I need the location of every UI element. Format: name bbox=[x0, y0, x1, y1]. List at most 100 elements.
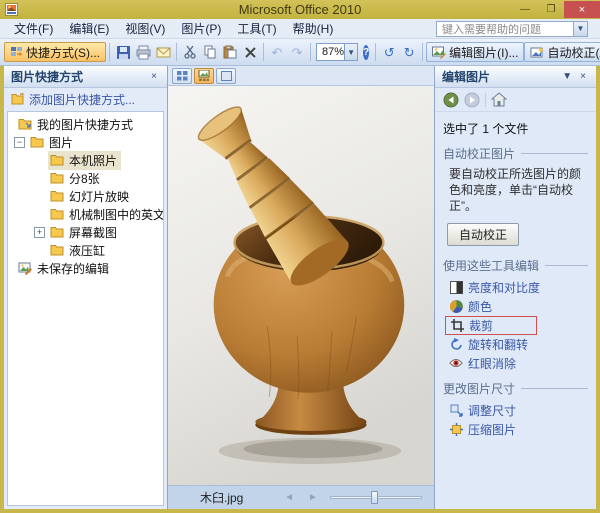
tree-item-screenshots[interactable]: + 屏幕截图 bbox=[8, 223, 163, 241]
redo-button[interactable]: ↷ bbox=[287, 42, 307, 62]
shortcut-folder-icon bbox=[18, 119, 32, 130]
delete-button[interactable] bbox=[240, 42, 260, 62]
menu-help[interactable]: 帮助(H) bbox=[285, 18, 342, 39]
folder-icon bbox=[50, 191, 64, 202]
edit-pictures-button[interactable]: 编辑图片(I)... bbox=[426, 42, 525, 62]
collapse-toggle-icon[interactable]: − bbox=[14, 136, 25, 148]
cut-button[interactable] bbox=[180, 42, 200, 62]
tree-item-mech-drawing[interactable]: 机械制图中的英文翻译 bbox=[8, 205, 163, 223]
pane-menu-icon[interactable]: ▼ bbox=[559, 71, 575, 82]
help-question-input[interactable]: 键入需要帮助的问题 ▼ bbox=[436, 20, 588, 37]
menu-view[interactable]: 视图(V) bbox=[117, 18, 173, 39]
folder-icon bbox=[50, 209, 64, 220]
tree-item-my-shortcuts[interactable]: 我的图片快捷方式 bbox=[8, 115, 163, 133]
add-shortcut-icon bbox=[11, 93, 25, 105]
forward-button-icon[interactable] bbox=[464, 92, 480, 108]
filmstrip-view-icon bbox=[198, 70, 210, 81]
shortcuts-pane-header: 图片快捷方式 × bbox=[4, 66, 167, 88]
tree-item-hydraulic[interactable]: 液压缸 bbox=[8, 241, 163, 259]
main-toolbar: 快捷方式(S)... ↶ ↷ 87% ▼ ? ↺ ↻ 编辑图片(I)... 自动… bbox=[0, 39, 600, 66]
maximize-button[interactable]: ❐ bbox=[538, 1, 564, 18]
copy-button[interactable] bbox=[200, 42, 220, 62]
zoom-combobox[interactable]: 87% ▼ bbox=[316, 43, 359, 61]
selection-status: 选中了 1 个文件 bbox=[443, 122, 529, 136]
slider-thumb[interactable] bbox=[371, 491, 379, 504]
edit-pane-title: 编辑图片 bbox=[442, 70, 491, 84]
toolbar-separator bbox=[176, 43, 177, 61]
rotate-right-icon: ↻ bbox=[403, 44, 415, 60]
autocorrect-description: 要自动校正所选图片的颜色和亮度，单击“自动校正”。 bbox=[449, 167, 582, 214]
rotate-right-button[interactable]: ↻ bbox=[399, 42, 419, 62]
title-bar: Microsoft Office 2010 — ❐ × bbox=[0, 0, 600, 19]
selected-tree-item[interactable]: 本机照片 bbox=[48, 150, 122, 170]
autocorrect-action-button[interactable]: 自动校正 bbox=[447, 222, 520, 246]
undo-button[interactable]: ↶ bbox=[267, 42, 287, 62]
tool-red-eye[interactable]: 红眼消除 bbox=[445, 354, 588, 373]
tool-compress[interactable]: 压缩图片 bbox=[445, 420, 588, 439]
close-button[interactable]: × bbox=[564, 1, 600, 18]
autocorrect-button[interactable]: 自动校正(A) bbox=[524, 42, 600, 62]
tool-brightness-contrast[interactable]: 亮度和对比度 bbox=[445, 278, 588, 297]
previous-picture-button[interactable]: ◄ bbox=[284, 492, 294, 503]
autocorrect-toolbar-label: 自动校正(A) bbox=[547, 45, 600, 60]
close-icon[interactable]: × bbox=[577, 71, 589, 82]
tool-rotate-flip[interactable]: 旋转和翻转 bbox=[445, 335, 588, 354]
close-icon[interactable]: × bbox=[148, 71, 160, 82]
tree-item-slideshow[interactable]: 幻灯片放映 bbox=[8, 187, 163, 205]
menu-file[interactable]: 文件(F) bbox=[6, 18, 61, 39]
photo-preview-area[interactable] bbox=[168, 86, 434, 485]
add-shortcut-label: 添加图片快捷方式... bbox=[29, 92, 136, 107]
add-shortcut-link[interactable]: 添加图片快捷方式... bbox=[4, 88, 167, 110]
view-mode-strip bbox=[168, 66, 434, 86]
expand-toggle-icon[interactable]: + bbox=[34, 226, 45, 238]
menu-tools[interactable]: 工具(T) bbox=[229, 18, 284, 39]
preview-pane: 木臼.jpg ◄ ► bbox=[168, 66, 435, 509]
tree-item-label: 本机照片 bbox=[69, 153, 118, 168]
resize-icon bbox=[449, 403, 463, 417]
edit-pictures-pane: 编辑图片 ▼ × 选中了 1 个文件 自动校正图片 要自动校正所选图片的颜色和亮… bbox=[435, 66, 596, 509]
color-wheel-icon bbox=[449, 299, 463, 313]
send-mail-button[interactable] bbox=[153, 42, 173, 62]
tool-crop[interactable]: 裁剪 bbox=[445, 315, 537, 335]
chevron-down-icon[interactable]: ▼ bbox=[344, 44, 358, 60]
unsaved-edits-icon bbox=[18, 262, 32, 275]
single-view-button[interactable] bbox=[216, 67, 236, 84]
shortcuts-label: 快捷方式(S)... bbox=[26, 45, 100, 60]
next-picture-button[interactable]: ► bbox=[308, 492, 318, 503]
toolbar-separator bbox=[109, 43, 110, 61]
filmstrip-view-button[interactable] bbox=[194, 67, 214, 84]
home-icon[interactable] bbox=[491, 92, 507, 107]
shortcuts-button[interactable]: 快捷方式(S)... bbox=[4, 42, 106, 62]
tree-item-unsaved-edits[interactable]: 未保存的编辑 bbox=[8, 259, 163, 277]
tool-resize[interactable]: 调整尺寸 bbox=[445, 401, 588, 420]
menu-edit[interactable]: 编辑(E) bbox=[61, 18, 117, 39]
rotate-left-icon: ↺ bbox=[383, 44, 395, 60]
minimize-button[interactable]: — bbox=[512, 1, 538, 18]
tree-item-split8[interactable]: 分8张 bbox=[8, 169, 163, 187]
filmstrip-slider[interactable] bbox=[330, 491, 422, 505]
folder-icon bbox=[50, 173, 64, 184]
folder-icon bbox=[50, 227, 64, 238]
tree-item-local-photos[interactable]: 本机照片 bbox=[8, 150, 163, 170]
paste-button[interactable] bbox=[220, 42, 240, 62]
menu-bar: 文件(F) 编辑(E) 视图(V) 图片(P) 工具(T) 帮助(H) 键入需要… bbox=[0, 19, 600, 39]
tool-color[interactable]: 颜色 bbox=[445, 297, 588, 316]
toolbar-separator bbox=[310, 43, 311, 61]
save-button[interactable] bbox=[113, 42, 133, 62]
help-button[interactable]: ? bbox=[363, 44, 370, 60]
thumbnail-view-button[interactable] bbox=[172, 67, 192, 84]
print-button[interactable] bbox=[133, 42, 153, 62]
chevron-down-icon[interactable]: ▼ bbox=[573, 21, 587, 36]
save-icon bbox=[116, 45, 130, 59]
shortcuts-tree: 我的图片快捷方式 − 图片 本机照片 分8张 幻灯片放映 机械制图中的英文 + … bbox=[7, 111, 164, 506]
tree-item-pictures[interactable]: − 图片 bbox=[8, 133, 163, 151]
back-button-icon[interactable] bbox=[443, 92, 459, 108]
mortar-pestle-photo bbox=[168, 86, 434, 485]
edit-pane-content: 选中了 1 个文件 自动校正图片 要自动校正所选图片的颜色和亮度，单击“自动校正… bbox=[435, 112, 596, 509]
thumbnail-view-icon bbox=[176, 70, 187, 80]
menu-picture[interactable]: 图片(P) bbox=[173, 18, 229, 39]
tree-item-label: 我的图片快捷方式 bbox=[37, 117, 134, 132]
edit-picture-icon bbox=[432, 46, 447, 59]
rotate-left-button[interactable]: ↺ bbox=[379, 42, 399, 62]
tree-item-label: 屏幕截图 bbox=[69, 225, 118, 240]
